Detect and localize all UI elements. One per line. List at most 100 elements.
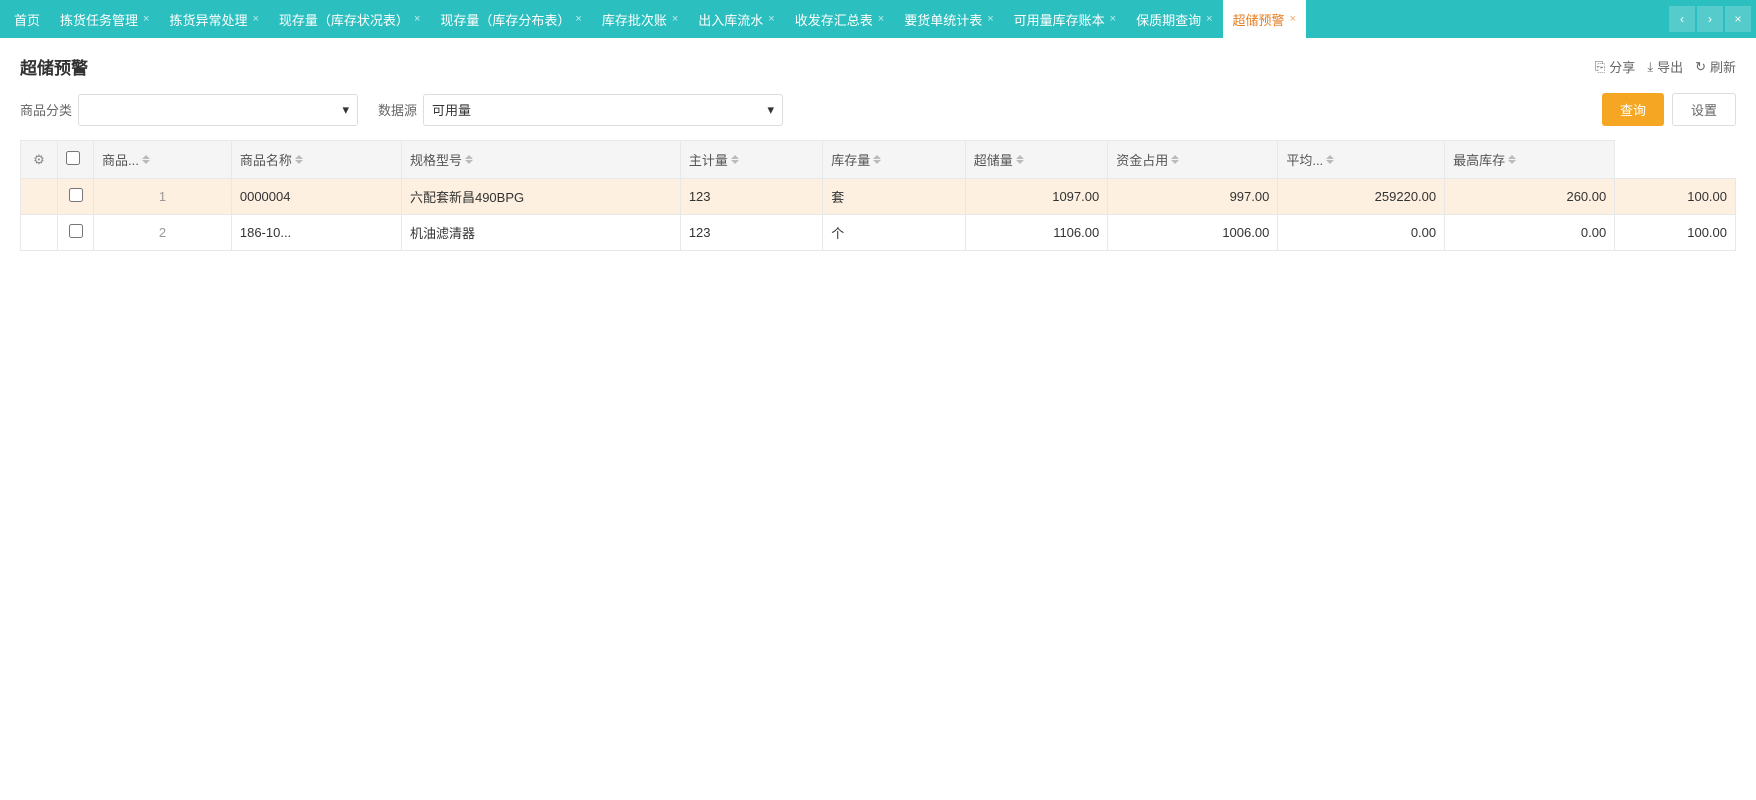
nav-quality-check[interactable]: 保质期查询 ×	[1126, 0, 1222, 38]
th-overstock-qty[interactable]: 超储量	[965, 141, 1107, 179]
row-spec: 123	[680, 215, 822, 251]
row-capital-used: 0.00	[1278, 215, 1445, 251]
th-max-stock[interactable]: 最高库存	[1445, 141, 1615, 179]
nav-inout-flow[interactable]: 出入库流水 ×	[688, 0, 784, 38]
nav-available-acct[interactable]: 可用量库存账本 ×	[1004, 0, 1126, 38]
page-content: 超储预警 ⎘ 分享 ⤓ 导出 ↻ 刷新 商品分类 ▾ 数据源	[0, 38, 1756, 800]
nav-task-mgmt[interactable]: 拣货任务管理 ×	[50, 0, 159, 38]
datasource-value: 可用量	[432, 100, 471, 119]
th-unit[interactable]: 主计量	[680, 141, 822, 179]
close-icon[interactable]: ×	[575, 13, 581, 25]
row-stock-qty: 1106.00	[965, 215, 1107, 251]
row-max-stock: 100.00	[1615, 215, 1736, 251]
row-overstock-qty: 1006.00	[1108, 215, 1278, 251]
sort-icon	[295, 155, 303, 164]
nav-batch[interactable]: 库存批次账 ×	[592, 0, 688, 38]
close-icon[interactable]: ×	[1110, 13, 1116, 25]
nav-overstock-warn[interactable]: 超储预警 ×	[1223, 0, 1306, 38]
header-actions: ⎘ 分享 ⤓ 导出 ↻ 刷新	[1595, 57, 1736, 76]
page-header: 超储预警 ⎘ 分享 ⤓ 导出 ↻ 刷新	[20, 54, 1736, 79]
sort-icon	[1171, 155, 1179, 164]
nav-next-button[interactable]: ›	[1697, 6, 1723, 32]
close-icon[interactable]: ×	[143, 13, 149, 25]
row-index: 2	[94, 215, 232, 251]
th-avg[interactable]: 平均...	[1278, 141, 1445, 179]
nav-inventory-status[interactable]: 现存量（库存状况表） ×	[269, 0, 430, 38]
row-spec: 123	[680, 179, 822, 215]
filter-actions: 查询 设置	[1602, 93, 1736, 126]
datasource-label: 数据源	[378, 100, 417, 119]
row-product-name: 六配套新昌490BPG	[401, 179, 680, 215]
sort-icon	[465, 155, 473, 164]
close-icon[interactable]: ×	[252, 13, 258, 25]
table-row: 1 0000004 六配套新昌490BPG 123 套 1097.00 997.…	[21, 179, 1736, 215]
th-gear[interactable]: ⚙	[21, 141, 58, 179]
query-button[interactable]: 查询	[1602, 93, 1664, 126]
sort-icon	[731, 155, 739, 164]
row-avg: 260.00	[1445, 179, 1615, 215]
th-spec[interactable]: 规格型号	[401, 141, 680, 179]
nav-home[interactable]: 首页	[4, 0, 50, 38]
gear-icon[interactable]: ⚙	[29, 150, 49, 170]
datasource-filter-group: 数据源 可用量 ▾	[378, 94, 783, 126]
th-stock-qty[interactable]: 库存量	[823, 141, 965, 179]
row-product-code: 0000004	[231, 179, 401, 215]
top-nav: 首页 拣货任务管理 × 拣货异常处理 × 现存量（库存状况表） × 现存量（库存…	[0, 0, 1756, 38]
row-index: 1	[94, 179, 232, 215]
row-checkbox-cell[interactable]	[58, 215, 94, 251]
nav-order-stat[interactable]: 要货单统计表 ×	[894, 0, 1003, 38]
table-header-row: ⚙ 商品... 商品名称	[21, 141, 1736, 179]
sort-icon	[873, 155, 881, 164]
row-unit: 个	[823, 215, 965, 251]
row-checkbox-cell[interactable]	[58, 179, 94, 215]
row-checkbox[interactable]	[69, 188, 83, 202]
nav-prev-button[interactable]: ‹	[1669, 6, 1695, 32]
nav-inventory-dist[interactable]: 现存量（库存分布表） ×	[430, 0, 591, 38]
refresh-icon: ↻	[1695, 59, 1706, 75]
sort-icon	[1326, 155, 1334, 164]
sort-icon	[1508, 155, 1516, 164]
row-gear-cell	[21, 215, 58, 251]
nav-arrows: ‹ › ×	[1668, 6, 1752, 32]
row-max-stock: 100.00	[1615, 179, 1736, 215]
category-filter-group: 商品分类 ▾	[20, 94, 358, 126]
close-icon[interactable]: ×	[987, 13, 993, 25]
share-button[interactable]: ⎘ 分享	[1595, 57, 1635, 76]
datasource-select[interactable]: 可用量 ▾	[423, 94, 783, 126]
page-title: 超储预警	[20, 54, 88, 79]
close-icon[interactable]: ×	[1206, 13, 1212, 25]
row-product-name: 机油滤清器	[401, 215, 680, 251]
row-stock-qty: 1097.00	[965, 179, 1107, 215]
close-icon[interactable]: ×	[1290, 13, 1296, 25]
nav-menu-button[interactable]: ×	[1725, 6, 1751, 32]
row-overstock-qty: 997.00	[1108, 179, 1278, 215]
filter-row: 商品分类 ▾ 数据源 可用量 ▾ 查询 设置	[20, 93, 1736, 126]
export-icon: ⤓	[1647, 59, 1653, 75]
share-icon: ⎘	[1595, 59, 1605, 75]
nav-exception[interactable]: 拣货异常处理 ×	[159, 0, 268, 38]
close-icon[interactable]: ×	[414, 13, 420, 25]
th-product-name[interactable]: 商品名称	[231, 141, 401, 179]
close-icon[interactable]: ×	[768, 13, 774, 25]
th-capital-used[interactable]: 资金占用	[1108, 141, 1278, 179]
sort-icon	[1016, 155, 1024, 164]
export-button[interactable]: ⤓ 导出	[1647, 57, 1683, 76]
th-checkbox[interactable]	[58, 141, 94, 179]
category-select[interactable]: ▾	[78, 94, 358, 126]
settings-button[interactable]: 设置	[1672, 93, 1736, 126]
close-icon[interactable]: ×	[672, 13, 678, 25]
select-all-checkbox[interactable]	[66, 151, 80, 165]
close-icon[interactable]: ×	[878, 13, 884, 25]
data-table: ⚙ 商品... 商品名称	[20, 140, 1736, 251]
refresh-button[interactable]: ↻ 刷新	[1695, 57, 1736, 76]
chevron-down-icon: ▾	[768, 102, 775, 118]
th-product-code[interactable]: 商品...	[94, 141, 232, 179]
nav-collect-send[interactable]: 收发存汇总表 ×	[785, 0, 894, 38]
row-checkbox[interactable]	[69, 224, 83, 238]
row-avg: 0.00	[1445, 215, 1615, 251]
row-gear-cell	[21, 179, 58, 215]
category-label: 商品分类	[20, 100, 72, 119]
table-row: 2 186-10... 机油滤清器 123 个 1106.00 1006.00 …	[21, 215, 1736, 251]
row-unit: 套	[823, 179, 965, 215]
row-capital-used: 259220.00	[1278, 179, 1445, 215]
